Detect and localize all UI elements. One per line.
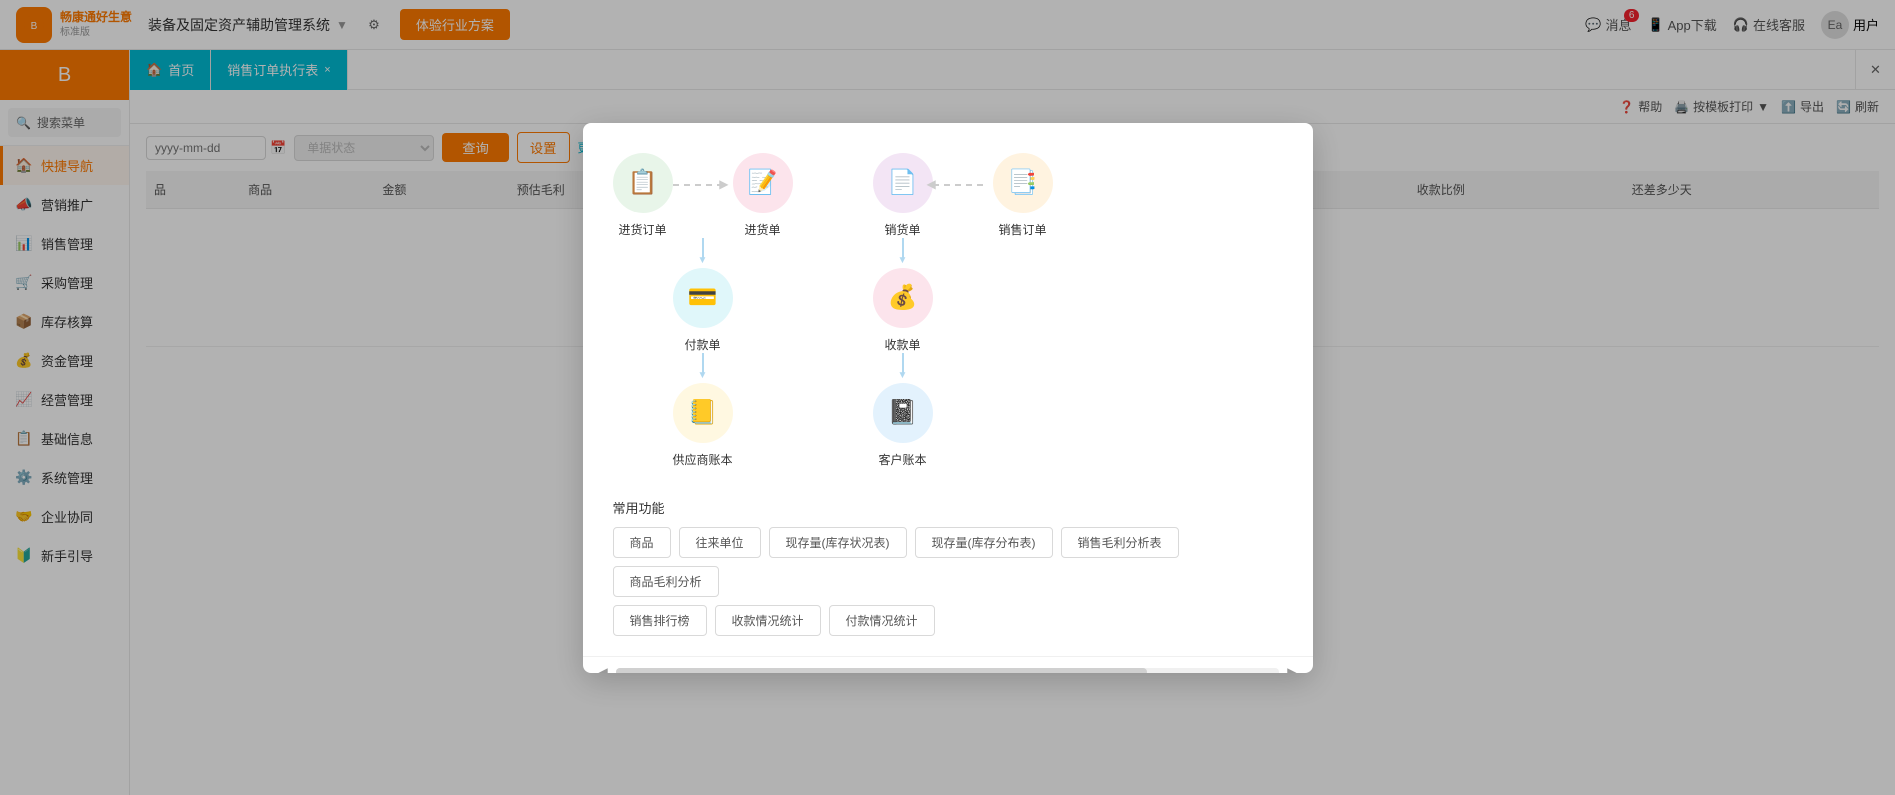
modal-body: 📋 进货订单 ▶ 📝 xyxy=(583,123,1313,656)
modal-scrollbar: ◀ ▶ xyxy=(583,656,1313,673)
common-func-title: 常用功能 xyxy=(613,498,1283,517)
payment-in-label: 收款单 xyxy=(884,336,920,353)
func-btn-goods[interactable]: 商品 xyxy=(613,527,671,558)
scroll-right-arrow[interactable]: ▶ xyxy=(1287,665,1296,673)
flow-payment-out[interactable]: 💳 付款单 xyxy=(673,268,733,353)
sales-label: 销货单 xyxy=(884,221,920,238)
scroll-thumb[interactable] xyxy=(616,668,1147,673)
func-buttons-row2: 销售排行榜 收款情况统计 付款情况统计 xyxy=(613,605,1283,636)
func-btn-goods-profit[interactable]: 商品毛利分析 xyxy=(613,566,719,597)
func-btn-stock-dist[interactable]: 现存量(库存分布表) xyxy=(915,527,1053,558)
func-buttons-row1: 商品 往来单位 现存量(库存状况表) 现存量(库存分布表) 销售毛利分析表 商品… xyxy=(613,527,1283,597)
func-btn-sales-profit[interactable]: 销售毛利分析表 xyxy=(1061,527,1179,558)
sales-order-label: 销售订单 xyxy=(998,221,1046,238)
func-btn-receipt-stats[interactable]: 收款情况统计 xyxy=(715,605,821,636)
flow-customer-ledger[interactable]: 📓 客户账本 xyxy=(873,383,933,468)
purchase-order-label: 进货订单 xyxy=(618,221,666,238)
flow-purchase[interactable]: 📝 进货单 xyxy=(733,153,793,238)
func-btn-sales-rank[interactable]: 销售排行榜 xyxy=(613,605,707,636)
func-btn-payment-stats[interactable]: 付款情况统计 xyxy=(829,605,935,636)
flow-sales[interactable]: 📄 销货单 xyxy=(873,153,933,238)
supplier-ledger-label: 供应商账本 xyxy=(673,451,733,468)
flow-sales-order[interactable]: 📑 销售订单 xyxy=(993,153,1053,238)
payment-out-label: 付款单 xyxy=(684,336,720,353)
flow-supplier-ledger[interactable]: 📒 供应商账本 xyxy=(673,383,733,468)
customer-ledger-label: 客户账本 xyxy=(879,451,927,468)
common-functions: 常用功能 商品 往来单位 现存量(库存状况表) 现存量(库存分布表) 销售毛利分… xyxy=(613,498,1283,636)
flow-payment-in[interactable]: 💰 收款单 xyxy=(873,268,933,353)
func-btn-stock-status[interactable]: 现存量(库存状况表) xyxy=(769,527,907,558)
scroll-left-arrow[interactable]: ◀ xyxy=(599,665,608,673)
scroll-track xyxy=(616,668,1280,673)
func-btn-contacts[interactable]: 往来单位 xyxy=(679,527,761,558)
modal-dialog: 📋 进货订单 ▶ 📝 xyxy=(583,123,1313,673)
modal-overlay[interactable]: 📋 进货订单 ▶ 📝 xyxy=(0,0,1895,795)
flow-purchase-order[interactable]: 📋 进货订单 xyxy=(613,153,673,238)
purchase-label: 进货单 xyxy=(744,221,780,238)
